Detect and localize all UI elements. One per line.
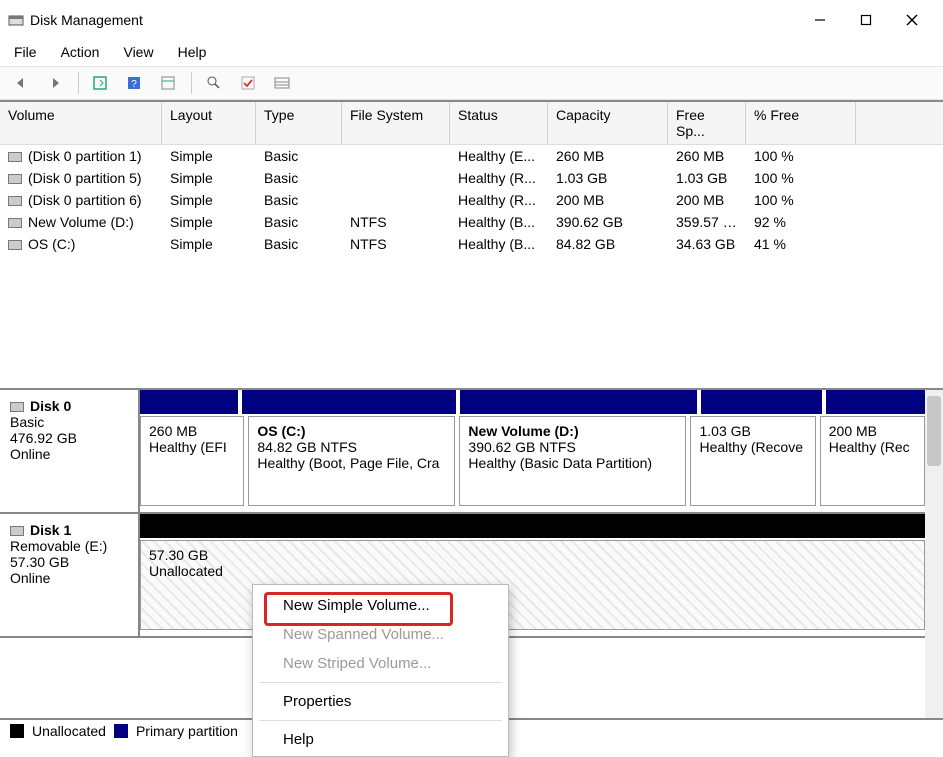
search-icon[interactable] (200, 71, 228, 95)
col-volume[interactable]: Volume (0, 102, 162, 144)
back-button[interactable] (8, 71, 36, 95)
svg-text:?: ? (131, 79, 137, 90)
disk-label: Disk 1 Removable (E:) 57.30 GB Online (0, 514, 140, 636)
partition-box[interactable]: 200 MBHealthy (Rec (820, 416, 925, 506)
menu-separator (259, 682, 502, 683)
scroll-thumb[interactable] (927, 396, 941, 466)
partition-strip (140, 390, 925, 414)
volume-list: Volume Layout Type File System Status Ca… (0, 102, 943, 390)
volume-row[interactable]: (Disk 0 partition 5)SimpleBasicHealthy (… (0, 167, 943, 189)
disk-label: Disk 0 Basic 476.92 GB Online (0, 390, 140, 512)
partition-strip (140, 514, 925, 538)
menu-new-spanned-volume: New Spanned Volume... (253, 620, 508, 649)
legend-unallocated: Unallocated (32, 723, 106, 739)
toolbar: ? (0, 66, 943, 100)
partition-box[interactable]: 1.03 GBHealthy (Recove (690, 416, 815, 506)
volume-row[interactable]: OS (C:)SimpleBasicNTFSHealthy (B...84.82… (0, 233, 943, 255)
menu-separator (259, 720, 502, 721)
titlebar: Disk Management (0, 0, 943, 40)
menu-new-striped-volume: New Striped Volume... (253, 649, 508, 678)
volume-list-header: Volume Layout Type File System Status Ca… (0, 102, 943, 145)
col-type[interactable]: Type (256, 102, 342, 144)
menu-view[interactable]: View (123, 44, 153, 60)
properties-icon[interactable] (155, 71, 183, 95)
window-title: Disk Management (30, 12, 143, 28)
vertical-scrollbar[interactable] (925, 390, 943, 718)
partition-box[interactable]: New Volume (D:)390.62 GB NTFSHealthy (Ba… (459, 416, 686, 506)
disk-row-0[interactable]: Disk 0 Basic 476.92 GB Online 260 MBHeal… (0, 390, 925, 514)
minimize-button[interactable] (797, 5, 843, 35)
help-icon[interactable]: ? (121, 71, 149, 95)
forward-button[interactable] (42, 71, 70, 95)
volume-row[interactable]: (Disk 0 partition 1)SimpleBasicHealthy (… (0, 145, 943, 167)
toolbar-separator (191, 72, 192, 94)
refresh-icon[interactable] (87, 71, 115, 95)
col-filesystem[interactable]: File System (342, 102, 450, 144)
menu-help[interactable]: Help (253, 725, 508, 754)
context-menu: New Simple Volume... New Spanned Volume.… (252, 584, 509, 757)
volume-row[interactable]: (Disk 0 partition 6)SimpleBasicHealthy (… (0, 189, 943, 211)
col-capacity[interactable]: Capacity (548, 102, 668, 144)
legend-primary: Primary partition (136, 723, 238, 739)
menu-help[interactable]: Help (178, 44, 207, 60)
close-button[interactable] (889, 5, 935, 35)
maximize-button[interactable] (843, 5, 889, 35)
menu-file[interactable]: File (14, 44, 37, 60)
legend-swatch-primary (114, 724, 128, 738)
partition-box[interactable]: 260 MBHealthy (EFI (140, 416, 244, 506)
col-layout[interactable]: Layout (162, 102, 256, 144)
menu-action[interactable]: Action (61, 44, 100, 60)
app-icon (8, 12, 24, 28)
disk-icon (10, 402, 24, 412)
disk-icon (10, 526, 24, 536)
menubar: File Action View Help (0, 40, 943, 66)
col-status[interactable]: Status (450, 102, 548, 144)
menu-properties[interactable]: Properties (253, 687, 508, 716)
list-icon[interactable] (268, 71, 296, 95)
volume-row[interactable]: New Volume (D:)SimpleBasicNTFSHealthy (B… (0, 211, 943, 233)
partition-box[interactable]: OS (C:)84.82 GB NTFSHealthy (Boot, Page … (248, 416, 455, 506)
legend-swatch-unallocated (10, 724, 24, 738)
menu-new-simple-volume[interactable]: New Simple Volume... (253, 591, 508, 620)
toolbar-separator (78, 72, 79, 94)
col-pctfree[interactable]: % Free (746, 102, 856, 144)
check-icon[interactable] (234, 71, 262, 95)
col-free[interactable]: Free Sp... (668, 102, 746, 144)
